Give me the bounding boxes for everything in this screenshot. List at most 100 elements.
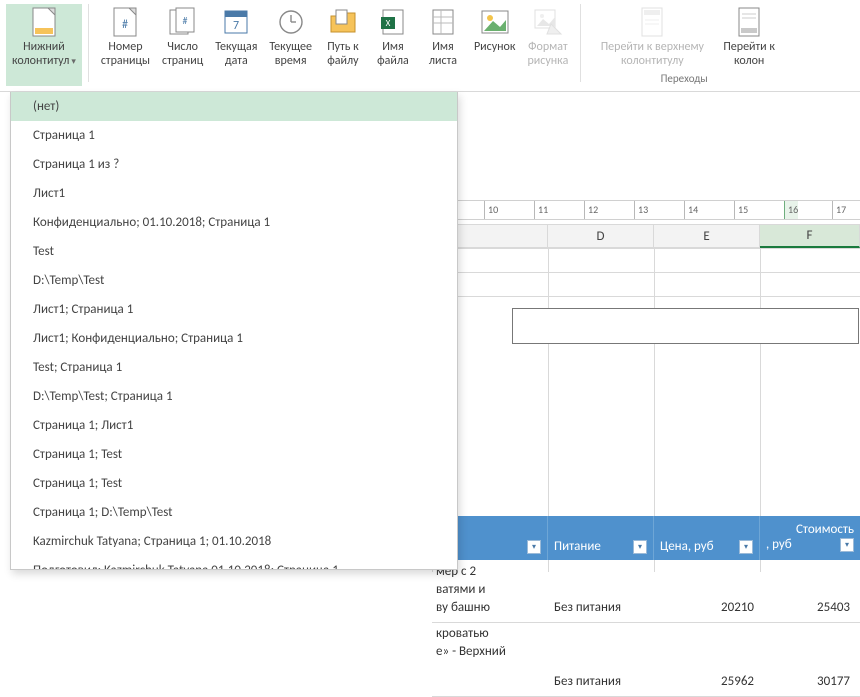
footer-presets-dropdown: (нет) Страница 1 Страница 1 из ? Лист1 К… [10,92,458,570]
column-headers: D E F [432,224,860,248]
current-date-label: Текущаядата [215,40,257,68]
footer-preset-item[interactable]: Test; Страница 1 [11,353,457,382]
current-time-button[interactable]: Текущеевремя [263,4,318,86]
separator [580,4,581,82]
ribbon: Нижнийколонтитул▾ # Номерстраницы # Числ… [0,0,860,92]
picture-format-icon [532,6,564,38]
page-number-label: Номерстраницы [101,40,150,68]
filter-button[interactable]: ▾ [527,540,541,554]
footer-preset-item[interactable]: Лист1; Страница 1 [11,295,457,324]
cell-price[interactable]: 20210 [654,598,760,617]
sheet-icon [427,6,459,38]
column-header-e[interactable]: E [654,224,760,248]
th-price-label: Цена, руб [660,539,714,554]
svg-text:7: 7 [233,19,239,33]
footer-preset-item[interactable]: D:\Temp\Test [11,266,457,295]
table-header-price: Цена, руб ▾ [654,516,760,560]
ruler-tick: 15 [734,201,748,219]
table-header-meal: Питание ▾ [548,516,654,560]
picture-icon [479,6,511,38]
cell-desc-partial: ватями и [436,582,485,597]
picture-format-label: Форматрисунка [527,40,568,68]
goto-footer-label: Перейти кколон [723,40,775,68]
filter-button[interactable]: ▾ [633,540,647,554]
goto-footer-icon [733,6,765,38]
footer-preset-item[interactable]: Test [11,237,457,266]
th-meal-label: Питание [554,539,601,554]
clock-icon [275,6,307,38]
page-number-button[interactable]: # Номерстраницы [95,4,156,86]
footer-preset-item[interactable]: Страница 1; Test [11,469,457,498]
table-header-row: ▾ Питание ▾ Цена, руб ▾ Стоимость , руб … [432,516,860,560]
cell-meal[interactable]: Без питания [548,598,654,617]
column-header-f[interactable]: F [760,224,860,248]
page-number-icon: # [109,6,141,38]
excel-file-icon: X [377,6,409,38]
footer-preset-item[interactable]: Страница 1 [11,121,457,150]
column-header-d[interactable]: D [548,224,654,248]
th-cost-label-bot: , руб [766,537,792,552]
footer-preset-none[interactable]: (нет) [11,92,457,121]
footer-preset-item[interactable]: Конфиденциально; 01.10.2018; Страница 1 [11,208,457,237]
footer-preset-item[interactable]: Подготовил: Kazmirchuk Tatyana 01.10.201… [11,556,457,570]
cell-desc-partial: е» - Верхний [436,644,506,659]
ruler-tick: 13 [634,201,648,219]
footer-icon [28,6,60,38]
th-cost-label-top: Стоимость [796,522,854,537]
footer-preset-item[interactable]: D:\Temp\Test; Страница 1 [11,382,457,411]
calendar-icon: 7 [220,6,252,38]
picture-label: Рисунок [474,40,516,68]
file-path-button[interactable]: Путь кфайлу [318,4,368,86]
cell-desc-partial: кроватью [436,626,489,641]
grid-canvas[interactable]: ▾ Питание ▾ Цена, руб ▾ Стоимость , руб … [432,248,860,572]
navigation-group: Перейти к верхнемуколонтитулу Перейти кк… [587,4,781,86]
table-header-cost: Стоимость , руб ▾ [760,516,860,560]
horizontal-ruler: 9 10 11 12 13 14 15 16 17 [432,200,860,220]
svg-text:X: X [386,18,391,29]
footer-preset-item[interactable]: Страница 1 из ? [11,150,457,179]
sheet-name-button[interactable]: Имялиста [418,4,468,86]
page-count-icon: # [167,6,199,38]
footer-preset-item[interactable]: Страница 1; Лист1 [11,411,457,440]
footer-preset-item[interactable]: Kazmirchuk Tatyana; Страница 1; 01.10.20… [11,527,457,556]
current-time-label: Текущеевремя [269,40,312,68]
cell-cost[interactable]: 25403 [760,598,856,617]
goto-header-button: Перейти к верхнемуколонтитулу [587,4,717,70]
footer-preset-item[interactable]: Страница 1; Test [11,440,457,469]
file-name-button[interactable]: X Имяфайла [368,4,418,86]
page-count-button[interactable]: # Числостраниц [156,4,209,86]
filter-button[interactable]: ▾ [739,540,753,554]
group-label-navigation: Переходы [661,72,708,86]
cell-desc-partial: ву башню [436,600,490,615]
cell-cost[interactable]: 30177 [760,672,856,691]
footer-btn-label: Нижнийколонтитул▾ [12,40,76,69]
cell-price[interactable]: 25962 [654,672,760,691]
ruler-tick: 10 [484,201,498,219]
footer-preset-item[interactable]: Страница 1; D:\Temp\Test [11,498,457,527]
ribbon-items: Нижнийколонтитул▾ # Номерстраницы # Числ… [6,4,781,86]
picture-button[interactable]: Рисунок [468,4,522,86]
goto-footer-button[interactable]: Перейти кколон [717,4,781,70]
file-path-label: Путь кфайлу [327,40,358,68]
ruler-tick: 12 [584,201,598,219]
footer-preset-item[interactable]: Лист1; Конфиденциально; Страница 1 [11,324,457,353]
svg-text:#: # [182,14,187,27]
goto-header-icon [636,6,668,38]
chevron-down-icon: ▾ [71,56,76,67]
ruler-tick: 11 [534,201,548,219]
picture-format-button: Форматрисунка [521,4,574,86]
goto-header-label: Перейти к верхнемуколонтитулу [601,40,704,68]
folder-icon [327,6,359,38]
empty-cell-region [512,308,859,344]
filter-button[interactable]: ▾ [840,538,854,552]
cell-meal[interactable]: Без питания [548,672,654,691]
ruler-tick: 14 [684,201,698,219]
current-date-button[interactable]: 7 Текущаядата [209,4,263,86]
file-name-label: Имяфайла [377,40,409,68]
svg-text:#: # [122,18,128,32]
page-count-label: Числостраниц [162,40,203,68]
footer-dropdown-button[interactable]: Нижнийколонтитул▾ [6,4,82,86]
ruler-tick: 16 [784,201,798,219]
sheet-name-label: Имялиста [429,40,457,68]
footer-preset-item[interactable]: Лист1 [11,179,457,208]
